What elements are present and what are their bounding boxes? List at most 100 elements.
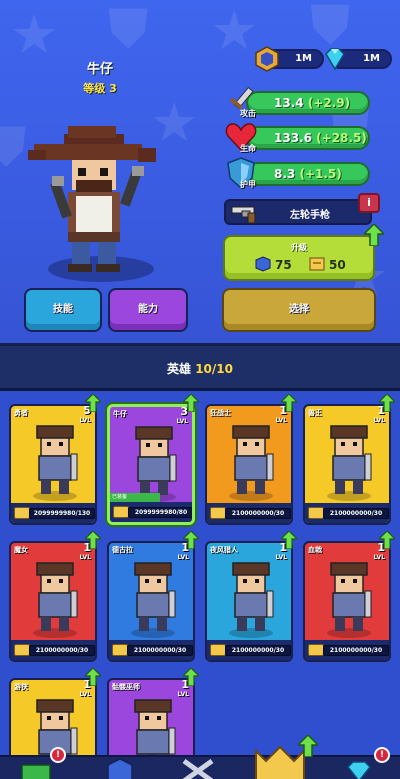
hero-portrait	[327, 562, 372, 638]
hero-detail-panel: ★ ⛊ ★ ⛊ ★ ⛊ ⛊ ★ 牛仔 等级 3	[0, 0, 400, 343]
armor-stat-bar: 8.3 (+1.5)	[246, 162, 370, 186]
hero-card-progress-bar: 2100000000/30	[225, 508, 291, 519]
card-upgrade-arrow-icon	[183, 394, 199, 412]
gem-counter: 1M	[325, 48, 392, 71]
card-upgrade-arrow-icon	[379, 531, 395, 549]
hero-card-level-label: LVL	[79, 691, 91, 698]
hero-card-progress-bar: 2100000000/30	[127, 645, 193, 656]
hero-card-name: 牛仔	[113, 410, 127, 418]
armor-label: 护甲	[240, 180, 256, 189]
weapon-name: 左轮手枪	[290, 210, 330, 221]
hero-card-progress: 2100000000/30	[329, 510, 383, 517]
armor-value: 8.3	[274, 167, 296, 181]
hero-card-progress-bar: 2099999980/80	[128, 507, 192, 518]
hero-card[interactable]: 牛仔 3 LVL 已装备 2099999980/80	[107, 404, 195, 525]
select-button[interactable]: 选择	[222, 288, 376, 332]
card-upgrade-arrow-icon	[85, 531, 101, 549]
hero-portrait	[131, 562, 176, 638]
hero-card-level-label: LVL	[177, 554, 189, 561]
helmet-token-value: 1M	[295, 53, 312, 64]
upgrade-cost-tokens: 75	[275, 258, 292, 272]
hero-card-name: 德古拉	[112, 546, 133, 554]
hero-card[interactable]: 血戟 1 LVL 2100000000/30	[303, 541, 391, 662]
gem-tab-icon[interactable]	[344, 759, 374, 779]
hero-card-level-label: LVL	[275, 554, 287, 561]
hero-card-name: 勇者	[14, 409, 28, 417]
hero-card-name: 游侠	[14, 683, 28, 691]
card-upgrade-arrow-icon	[85, 668, 101, 686]
armor-bonus: (+1.5)	[299, 167, 342, 181]
abilities-button[interactable]: 能力	[108, 288, 188, 332]
hero-card[interactable]: 夜风猎人 1 LVL 2100000000/30	[205, 541, 293, 662]
health-bonus: (+28.5)	[316, 131, 367, 145]
card-upgrade-arrow-icon	[281, 394, 297, 412]
upgrade-cost-scrolls: 50	[329, 258, 346, 272]
scroll-icon	[308, 644, 324, 656]
hero-card-progress: 2100000000/30	[231, 647, 285, 654]
hero-card[interactable]: 狂战士 1 LVL 2100000000/30	[205, 404, 293, 525]
scroll-icon	[210, 507, 226, 519]
hero-card-level-label: LVL	[177, 691, 189, 698]
hero-name: 牛仔	[86, 62, 113, 77]
heroes-header: 英雄 10/10	[0, 343, 400, 391]
hero-card-name: 兽王	[308, 409, 322, 417]
battle-swords-icon[interactable]	[178, 759, 218, 779]
hero-portrait	[33, 562, 78, 638]
weapon-info-button[interactable]: i	[358, 193, 380, 213]
hero-card-progress-bar: 2100000000/30	[29, 645, 95, 656]
health-value: 133.6	[274, 131, 312, 145]
hero-card-level-label: LVL	[373, 417, 385, 424]
shield-bg-icon: ⛊	[108, 0, 149, 60]
hero-card-progress-bar: 2100000000/30	[225, 645, 291, 656]
attack-stat-bar: 13.4 (+2.9)	[246, 91, 370, 115]
shop-icon[interactable]	[18, 759, 54, 779]
hero-portrait	[327, 425, 372, 501]
scroll-icon	[14, 644, 30, 656]
gem-alert-badge: !	[374, 747, 390, 763]
card-upgrade-arrow-icon	[183, 668, 199, 686]
helmet-token-counter: 1M	[255, 46, 324, 72]
hero-card[interactable]: 魔女 1 LVL 2100000000/30	[9, 541, 97, 662]
bottom-nav: ! !	[0, 735, 400, 779]
hero-card-progress: 2100000000/30	[329, 647, 383, 654]
hero-card-name: 夜风猎人	[210, 546, 238, 554]
skills-button[interactable]: 技能	[24, 288, 102, 332]
hero-card-name: 魔女	[14, 546, 28, 554]
hero-card[interactable]: 勇者 5 LVL 2099999980/130	[9, 404, 97, 525]
hero-card-level-label: LVL	[176, 418, 188, 425]
upgrade-button[interactable]: 升级 75 50	[223, 235, 375, 281]
helmet-token-icon	[255, 256, 271, 272]
revolver-icon	[231, 206, 256, 224]
hero-card-name: 骷髅巫师	[112, 683, 140, 691]
shield-bg-icon: ⛊	[0, 115, 27, 178]
star-bg-icon: ★	[210, 0, 259, 62]
hero-card-progress: 2100000000/30	[35, 647, 89, 654]
upgrade-title: 升级	[291, 243, 307, 252]
hero-portrait	[229, 425, 274, 501]
attack-value: 13.4	[274, 96, 304, 110]
hero-card-level-label: LVL	[275, 417, 287, 424]
equipped-tag: 已装备	[110, 493, 160, 502]
hero-card-progress-bar: 2099999980/130	[29, 508, 95, 519]
hero-portrait	[33, 425, 78, 501]
hero-card-name: 血戟	[308, 546, 322, 554]
attack-bonus: (+2.9)	[307, 96, 351, 110]
hero-card-level-label: LVL	[373, 554, 385, 561]
attack-label: 攻击	[240, 109, 256, 118]
hero-card[interactable]: 德古拉 1 LVL 2100000000/30	[107, 541, 195, 662]
helmet-tab-icon[interactable]	[104, 757, 136, 779]
hero-card[interactable]: 兽王 1 LVL 2100000000/30	[303, 404, 391, 525]
hero-card-level-label: LVL	[79, 554, 91, 561]
card-upgrade-arrow-icon	[85, 394, 101, 412]
weapon-slot[interactable]: 左轮手枪	[224, 199, 372, 225]
hero-card-progress-bar: 2100000000/30	[323, 508, 389, 519]
heroes-title: 英雄	[167, 362, 192, 376]
health-label: 生命	[240, 144, 256, 153]
star-bg-icon: ★	[10, 3, 59, 66]
helmet-token-icon	[255, 46, 279, 72]
shop-alert-badge: !	[50, 747, 66, 763]
hero-card-progress: 2100000000/30	[231, 510, 285, 517]
scroll-icon	[14, 507, 30, 519]
hero-card-progress: 2100000000/30	[133, 647, 187, 654]
heroes-upgrade-arrow-icon	[298, 735, 318, 757]
